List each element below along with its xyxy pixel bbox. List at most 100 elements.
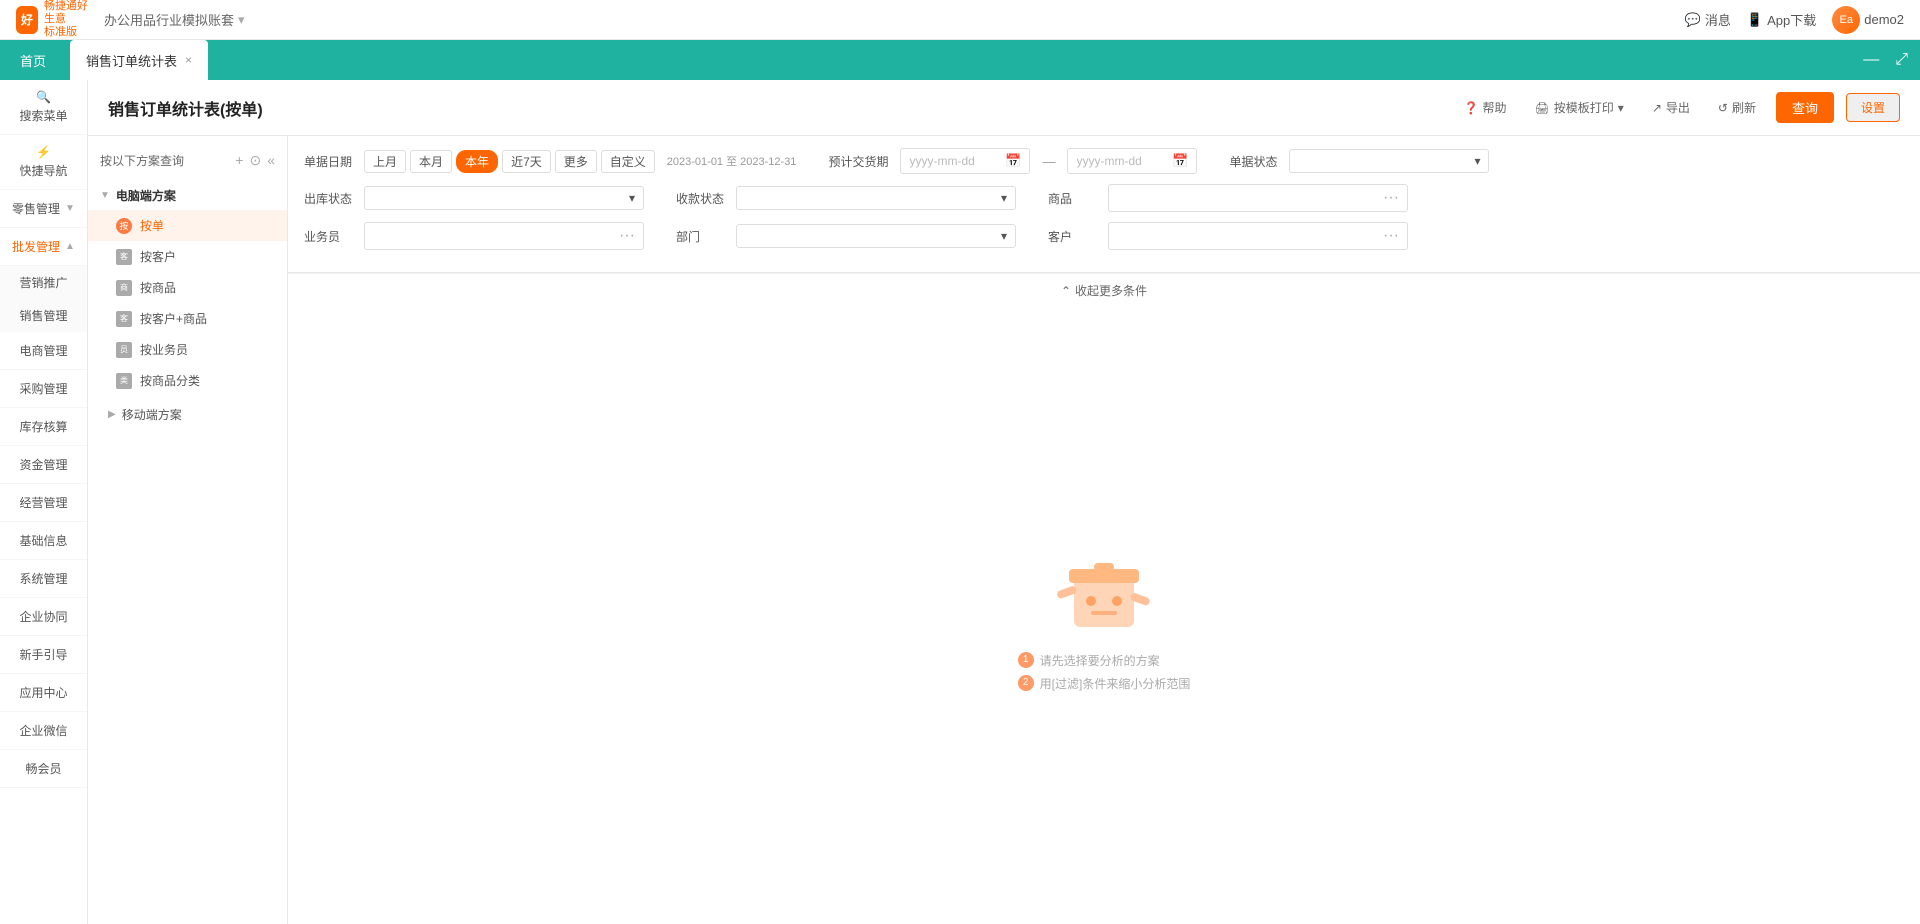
date-dash: — — [1042, 154, 1055, 169]
sidebar-item-search[interactable]: 🔍 搜索菜单 — [0, 80, 87, 135]
topbar-right: 💬 消息 📱 App下载 Ea demo2 — [1685, 6, 1904, 34]
date-last-7-days[interactable]: 近7天 — [502, 150, 551, 173]
avatar: Ea — [1832, 6, 1860, 34]
sidebar-item-purchase[interactable]: 采购管理 — [0, 370, 87, 408]
salesperson-input[interactable]: ··· — [364, 222, 644, 250]
sidebar-item-finance[interactable]: 资金管理 — [0, 446, 87, 484]
tab-maximize-button[interactable]: ⤢ — [1891, 47, 1912, 73]
export-button[interactable]: ↗ 导出 — [1644, 95, 1698, 120]
expected-date-end[interactable]: yyyy-mm-dd 📅 — [1067, 148, 1197, 174]
collapse-bar[interactable]: ⌃ 收起更多条件 — [288, 273, 1920, 307]
logo-icon: 好 — [16, 6, 38, 34]
empty-text-list: 请先选择要分析的方案 用[过滤]条件来缩小分析范围 — [1018, 649, 1191, 695]
empty-illustration — [1044, 537, 1164, 637]
logo-text: 畅捷通好生意 标准版 — [44, 0, 96, 39]
chevron-down-icon: ▼ — [100, 190, 110, 201]
sidebar-item-member[interactable]: 畅会员 — [0, 750, 87, 788]
scheme-item-by-goods[interactable]: 商 按商品 — [88, 272, 287, 303]
sidebar-item-wholesale[interactable]: 批发管理 ▲ — [0, 228, 87, 266]
chevron-down-icon: ▾ — [1618, 101, 1624, 115]
department-select[interactable]: ▾ — [736, 224, 1016, 248]
query-button[interactable]: 查询 — [1776, 92, 1834, 123]
scheme-item-by-order[interactable]: 按 按单 — [88, 210, 287, 241]
breadcrumb-arrow-icon: ▾ — [238, 12, 245, 28]
sidebar-item-operation[interactable]: 经营管理 — [0, 484, 87, 522]
scheme-item-by-customer[interactable]: 客 按客户 — [88, 241, 287, 272]
goods-dots[interactable]: ··· — [1383, 189, 1399, 207]
tab-minimize-button[interactable]: — — [1859, 47, 1883, 73]
collapse-icon: ⌃ — [1061, 284, 1071, 298]
tab-home[interactable]: 首页 — [0, 40, 66, 80]
date-label: 单据日期 — [304, 153, 352, 170]
date-this-year[interactable]: 本年 — [456, 150, 498, 173]
message-icon: 💬 — [1685, 12, 1701, 28]
out-status-label: 出库状态 — [304, 190, 352, 207]
date-this-month[interactable]: 本月 — [410, 150, 452, 173]
sidebar-item-retail[interactable]: 零售管理 ▼ — [0, 190, 87, 228]
receipt-status-select[interactable]: ▾ — [736, 186, 1016, 210]
date-more[interactable]: 更多 — [555, 150, 597, 173]
customer-dots[interactable]: ··· — [1383, 227, 1399, 245]
scheme-icon-by-goods: 商 — [116, 280, 132, 296]
shortcut-icon: ⚡ — [36, 145, 51, 159]
help-icon: ❓ — [1464, 101, 1479, 115]
date-custom[interactable]: 自定义 — [601, 150, 655, 173]
sidebar-item-ecommerce[interactable]: 电商管理 — [0, 332, 87, 370]
customer-input[interactable]: ··· — [1108, 222, 1408, 250]
filter-row-2: 出库状态 ▾ 收款状态 ▾ 商品 ··· — [304, 184, 1904, 212]
salesperson-label: 业务员 — [304, 228, 352, 245]
receipt-status-label: 收款状态 — [676, 190, 724, 207]
calendar-start-icon: 📅 — [1005, 153, 1021, 169]
tab-close-icon[interactable]: × — [185, 53, 192, 67]
scheme-group-mobile: ▶ 移动端方案 — [88, 400, 287, 429]
user-menu[interactable]: Ea demo2 — [1832, 6, 1904, 34]
salesperson-dots[interactable]: ··· — [619, 227, 635, 245]
out-status-select[interactable]: ▾ — [364, 186, 644, 210]
chevron-down-icon: ▾ — [1001, 229, 1007, 243]
help-button[interactable]: ❓ 帮助 — [1456, 95, 1515, 120]
empty-hint-1: 请先选择要分析的方案 — [1018, 649, 1191, 672]
refresh-icon: ↺ — [1718, 101, 1728, 115]
sidebar-item-appcenter[interactable]: 应用中心 — [0, 674, 87, 712]
refresh-button[interactable]: ↺ 刷新 — [1710, 95, 1764, 120]
template-print-button[interactable]: 🖨 按模板打印 ▾ — [1527, 95, 1632, 120]
sidebar-item-guide[interactable]: 新手引导 — [0, 636, 87, 674]
page-title: 销售订单统计表(按单) — [108, 96, 263, 132]
expected-date-label: 预计交货期 — [828, 153, 888, 170]
scheme-group-desktop-title[interactable]: ▼ 电脑端方案 — [88, 181, 287, 210]
scheme-icon-by-customer-goods: 客 — [116, 311, 132, 327]
scheme-item-by-customer-goods[interactable]: 客 按客户+商品 — [88, 303, 287, 334]
date-last-month[interactable]: 上月 — [364, 150, 406, 173]
add-scheme-button[interactable]: + — [235, 152, 243, 169]
settings-button[interactable]: 设置 — [1846, 93, 1900, 122]
sidebar-item-inventory[interactable]: 库存核算 — [0, 408, 87, 446]
collapse-panel-icon[interactable]: « — [267, 152, 275, 169]
app-download-button[interactable]: 📱 App下载 — [1747, 10, 1816, 29]
search-icon: 🔍 — [36, 90, 51, 104]
scheme-settings-icon[interactable]: ⊙ — [249, 152, 261, 169]
sidebar: 🔍 搜索菜单 ⚡ 快捷导航 零售管理 ▼ 批发管理 ▲ 营销推广 销售管理 电商… — [0, 80, 88, 924]
scheme-icon-by-salesperson: 员 — [116, 342, 132, 358]
sidebar-item-wechat[interactable]: 企业微信 — [0, 712, 87, 750]
scheme-group-mobile-title[interactable]: ▶ 移动端方案 — [88, 400, 287, 429]
tab-active[interactable]: 销售订单统计表 × — [70, 40, 208, 80]
topbar-left: 好 畅捷通好生意 标准版 办公用品行业模拟账套 ▾ — [16, 0, 245, 39]
status-select[interactable]: ▾ — [1289, 149, 1489, 173]
chevron-down-icon: ▾ — [1474, 154, 1480, 168]
goods-label: 商品 — [1048, 190, 1096, 207]
expected-date-start[interactable]: yyyy-mm-dd 📅 — [900, 148, 1030, 174]
sidebar-item-system[interactable]: 系统管理 — [0, 560, 87, 598]
sidebar-item-sales[interactable]: 销售管理 — [0, 299, 87, 332]
sidebar-item-shortcut[interactable]: ⚡ 快捷导航 — [0, 135, 87, 190]
sidebar-item-basic[interactable]: 基础信息 — [0, 522, 87, 560]
message-button[interactable]: 💬 消息 — [1685, 10, 1731, 29]
chevron-down-icon: ▾ — [629, 191, 635, 205]
chevron-down-icon: ▾ — [1001, 191, 1007, 205]
sidebar-item-marketing[interactable]: 营销推广 — [0, 266, 87, 299]
scheme-item-by-salesperson[interactable]: 员 按业务员 — [88, 334, 287, 365]
goods-input[interactable]: ··· — [1108, 184, 1408, 212]
empty-state: 请先选择要分析的方案 用[过滤]条件来缩小分析范围 — [1018, 537, 1191, 695]
sidebar-item-enterprise[interactable]: 企业协同 — [0, 598, 87, 636]
scheme-item-by-category[interactable]: 类 按商品分类 — [88, 365, 287, 396]
page-actions: ❓ 帮助 🖨 按模板打印 ▾ ↗ 导出 ↺ 刷新 查询 — [1456, 92, 1900, 135]
